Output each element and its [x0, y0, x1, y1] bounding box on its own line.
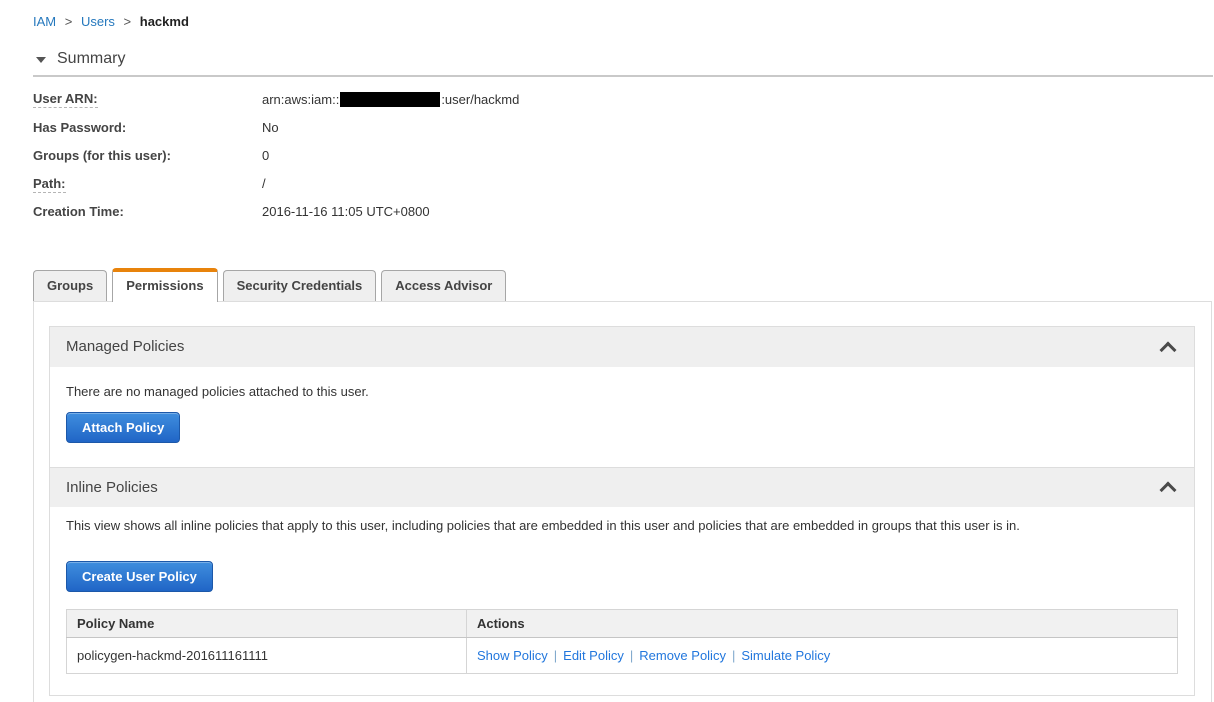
groups-label: Groups (for this user):	[33, 148, 171, 163]
actions-column-header: Actions	[465, 609, 1179, 638]
action-separator: |	[629, 648, 634, 663]
field-row-has-password: Has Password: No	[33, 121, 1213, 135]
iam-user-detail-page: IAM > Users > hackmd Summary User ARN: a…	[0, 0, 1213, 702]
path-label: Path:	[33, 176, 66, 193]
table-row: policygen-hackmd-201611161111 Show Polic…	[66, 637, 1179, 674]
action-separator: |	[731, 648, 736, 663]
field-row-path: Path: /	[33, 176, 1213, 193]
has-password-label: Has Password:	[33, 120, 127, 135]
remove-policy-link[interactable]: Remove Policy	[639, 648, 726, 663]
simulate-policy-link[interactable]: Simulate Policy	[741, 648, 830, 663]
policy-name-cell: policygen-hackmd-201611161111	[66, 637, 467, 674]
tab-groups[interactable]: Groups	[33, 270, 108, 301]
tab-security-credentials[interactable]: Security Credentials	[222, 270, 377, 301]
permissions-tab-panel: Managed Policies There are no managed po…	[33, 301, 1212, 702]
summary-fields: User ARN: arn:aws:iam:::user/hackmd Has …	[33, 91, 1213, 219]
inline-policies-title: Inline Policies	[66, 478, 158, 496]
managed-policies-title: Managed Policies	[66, 338, 185, 355]
tab-bar: Groups Permissions Security Credentials …	[33, 268, 1213, 302]
inline-policies-description: This view shows all inline policies that…	[66, 518, 1020, 533]
breadcrumb-link-iam[interactable]: IAM	[33, 14, 56, 29]
has-password-value: No	[262, 120, 279, 135]
collapse-triangle-icon[interactable]	[36, 57, 46, 63]
policy-actions-cell: Show Policy | Edit Policy | Remove Policy | Si…	[465, 637, 1179, 674]
tab-permissions[interactable]: Permissions	[112, 268, 218, 302]
user-arn-value: arn:aws:iam:::user/hackmd	[262, 92, 520, 107]
create-user-policy-button[interactable]: Create User Policy	[66, 561, 213, 592]
breadcrumb-current-user: hackmd	[139, 14, 189, 29]
summary-title: Summary	[57, 50, 126, 67]
collapse-chevron-icon[interactable]	[1159, 341, 1177, 358]
groups-value: 0	[262, 148, 270, 163]
inline-policies-header[interactable]: Inline Policies	[50, 467, 1194, 507]
field-row-creation-time: Creation Time: 2016-11-16 11:05 UTC+0800	[33, 205, 1213, 219]
creation-time-label: Creation Time:	[33, 204, 124, 219]
summary-header: Summary	[33, 50, 1213, 68]
field-row-user-arn: User ARN: arn:aws:iam:::user/hackmd	[33, 91, 1213, 108]
policy-name-column-header: Policy Name	[66, 609, 467, 638]
managed-policies-empty-text: There are no managed policies attached t…	[66, 384, 369, 399]
inline-policies-body: This view shows all inline policies that…	[50, 507, 1194, 695]
breadcrumb-link-users[interactable]: Users	[81, 14, 115, 29]
policies-accordion: Managed Policies There are no managed po…	[49, 326, 1195, 696]
attach-policy-button[interactable]: Attach Policy	[66, 412, 181, 443]
user-arn-label: User ARN:	[33, 91, 98, 108]
breadcrumb-separator: >	[64, 14, 73, 29]
managed-policies-header[interactable]: Managed Policies	[50, 327, 1194, 367]
action-separator: |	[553, 648, 558, 663]
managed-policies-body: There are no managed policies attached t…	[50, 367, 1194, 467]
table-header-row: Policy Name Actions	[66, 609, 1179, 638]
collapse-chevron-icon[interactable]	[1159, 481, 1177, 499]
breadcrumb: IAM > Users > hackmd	[33, 14, 1213, 29]
inline-policies-table: Policy Name Actions policygen-hackmd-201…	[66, 609, 1179, 674]
summary-divider	[33, 75, 1213, 77]
breadcrumb-separator: >	[123, 14, 132, 29]
edit-policy-link[interactable]: Edit Policy	[563, 648, 624, 663]
field-row-groups: Groups (for this user): 0	[33, 149, 1213, 163]
path-value: /	[262, 176, 266, 191]
creation-time-value: 2016-11-16 11:05 UTC+0800	[262, 204, 430, 219]
redacted-account-id	[340, 92, 441, 107]
show-policy-link[interactable]: Show Policy	[477, 648, 548, 663]
tab-access-advisor[interactable]: Access Advisor	[381, 270, 507, 301]
